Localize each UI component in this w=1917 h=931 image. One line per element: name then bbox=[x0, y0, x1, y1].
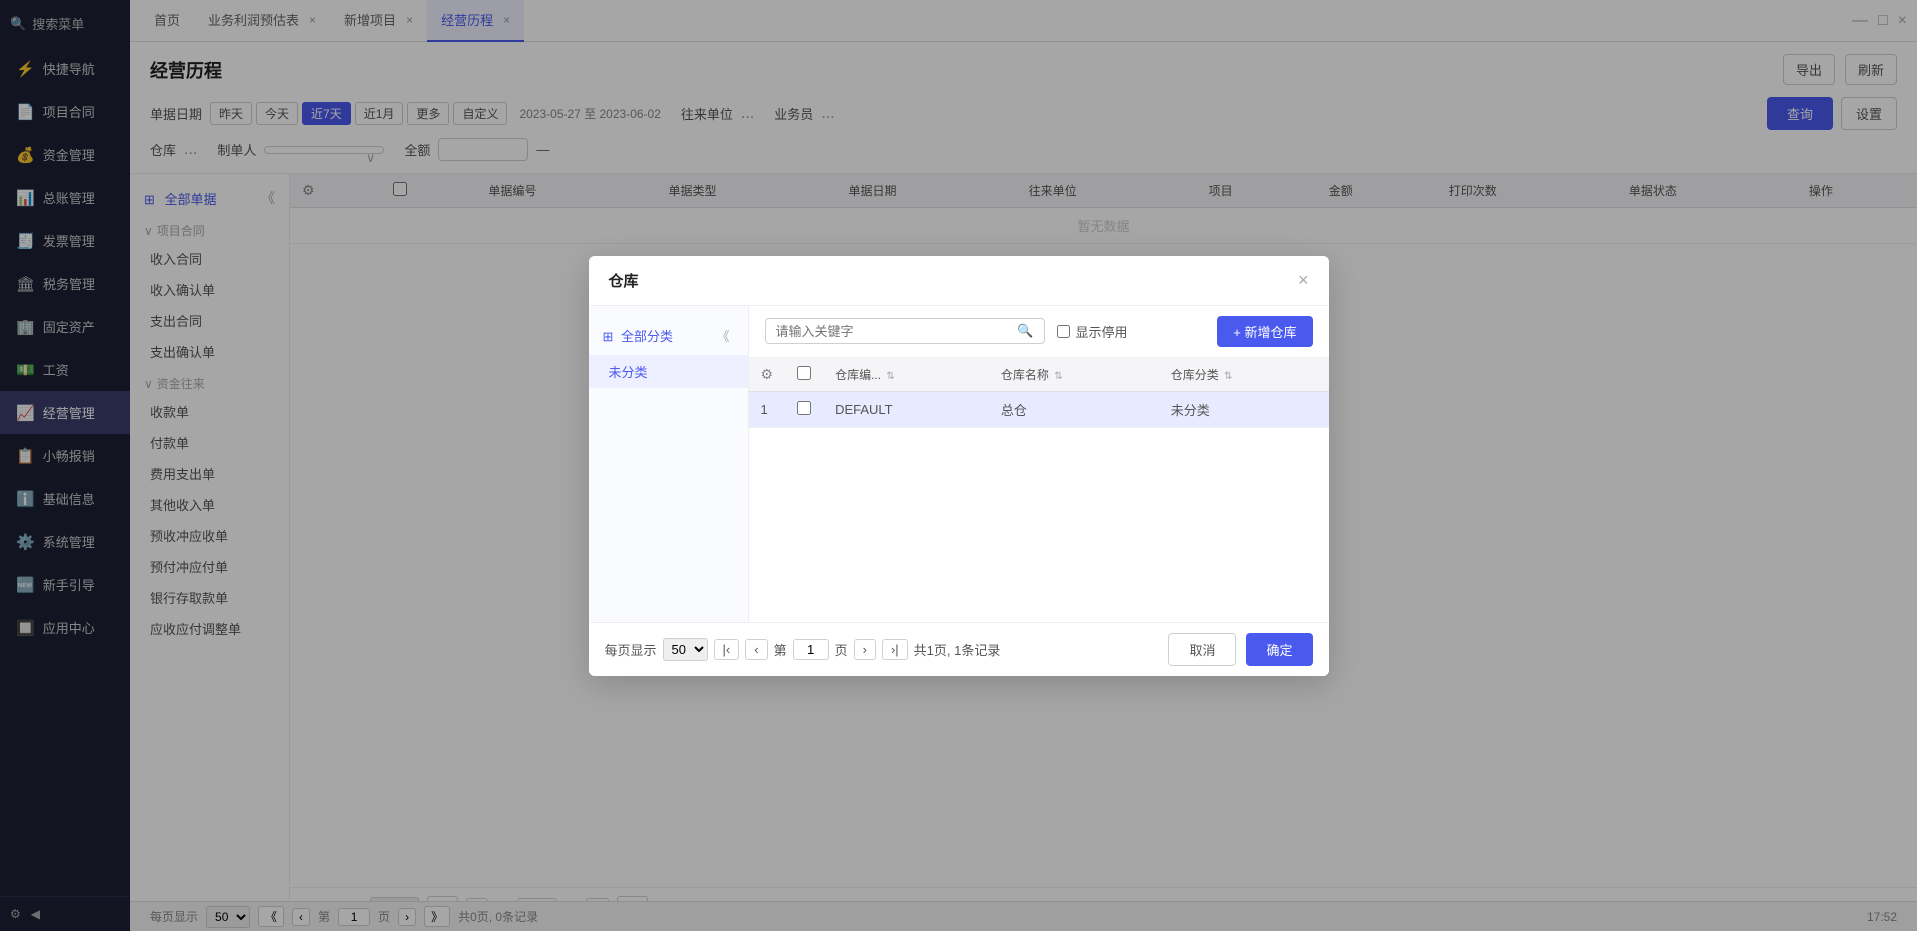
modal-th-name: 仓库名称 ⇅ bbox=[989, 358, 1159, 392]
modal-gear-icon: ⚙ bbox=[761, 366, 774, 383]
modal-footer: 每页显示 50 |‹ ‹ 第 页 › ›| 共1页, 1条记录 取消 确定 bbox=[589, 622, 1329, 676]
modal-pagination: 每页显示 50 |‹ ‹ 第 页 › ›| 共1页, 1条记录 bbox=[605, 638, 1001, 661]
row-gear-cell: 1 bbox=[749, 391, 786, 427]
modal-th-checkbox[interactable] bbox=[785, 358, 823, 392]
modal-search-input[interactable] bbox=[776, 324, 1012, 339]
modal-search[interactable]: 🔍 bbox=[765, 318, 1045, 344]
modal-left-panel: ⊞ 全部分类 《 未分类 bbox=[589, 306, 749, 622]
modal-left-item-uncategorized[interactable]: 未分类 bbox=[589, 355, 748, 388]
modal-prev-page-btn[interactable]: ‹ bbox=[745, 639, 767, 660]
row-checkbox-cell[interactable] bbox=[785, 391, 823, 427]
modal-footer-actions: 取消 确定 bbox=[1168, 633, 1312, 666]
row-name-cell: 总仓 bbox=[989, 391, 1159, 427]
modal-th-code: 仓库编... ⇅ bbox=[823, 358, 989, 392]
modal-grid-icon: ⊞ bbox=[603, 329, 614, 344]
modal-page-label: 第 bbox=[774, 640, 787, 659]
modal-body: ⊞ 全部分类 《 未分类 🔍 bbox=[589, 306, 1329, 622]
row-checkbox[interactable] bbox=[797, 401, 811, 415]
modal-page-suffix: 页 bbox=[835, 640, 848, 659]
modal-left-collapse-btn[interactable]: 《 bbox=[712, 322, 733, 349]
modal-last-page-btn[interactable]: ›| bbox=[882, 639, 908, 660]
modal-table: ⚙ 仓库编... ⇅ 仓库名称 ⇅ bbox=[749, 358, 1329, 622]
modal-first-page-btn[interactable]: |‹ bbox=[714, 639, 740, 660]
modal-th-gear[interactable]: ⚙ bbox=[749, 358, 786, 392]
modal-toolbar: 🔍 显示停用 + 新增仓库 bbox=[749, 306, 1329, 358]
sort-icon-category: ⇅ bbox=[1224, 371, 1232, 382]
warehouse-modal: 仓库 × ⊞ 全部分类 《 未分类 bbox=[589, 256, 1329, 676]
modal-header: 仓库 × bbox=[589, 256, 1329, 306]
modal-right-panel: 🔍 显示停用 + 新增仓库 ⚙ bbox=[749, 306, 1329, 622]
modal-next-page-btn[interactable]: › bbox=[854, 639, 876, 660]
modal-th-category: 仓库分类 ⇅ bbox=[1159, 358, 1329, 392]
modal-overlay[interactable]: 仓库 × ⊞ 全部分类 《 未分类 bbox=[0, 0, 1917, 931]
modal-left-all-categories: ⊞ 全部分类 bbox=[603, 326, 674, 345]
row-category-cell: 未分类 bbox=[1159, 391, 1329, 427]
confirm-button[interactable]: 确定 bbox=[1246, 633, 1312, 666]
modal-page-input[interactable] bbox=[793, 639, 829, 660]
modal-left-header: ⊞ 全部分类 《 bbox=[589, 316, 748, 355]
add-warehouse-btn[interactable]: + 新增仓库 bbox=[1217, 316, 1312, 347]
show-disabled-label[interactable]: 显示停用 bbox=[1057, 322, 1128, 341]
sort-icon-name: ⇅ bbox=[1054, 371, 1062, 382]
row-code-cell: DEFAULT bbox=[823, 391, 989, 427]
modal-search-icon: 🔍 bbox=[1017, 323, 1033, 339]
warehouse-table: ⚙ 仓库编... ⇅ 仓库名称 ⇅ bbox=[749, 358, 1329, 428]
modal-select-all[interactable] bbox=[797, 366, 811, 380]
show-disabled-checkbox[interactable] bbox=[1057, 325, 1070, 338]
modal-title: 仓库 bbox=[609, 270, 639, 291]
modal-per-page-label: 每页显示 bbox=[605, 640, 657, 659]
modal-per-page-select[interactable]: 50 bbox=[663, 638, 708, 661]
sort-icon-code: ⇅ bbox=[886, 371, 894, 382]
cancel-button[interactable]: 取消 bbox=[1168, 633, 1236, 666]
table-row[interactable]: 1 DEFAULT 总仓 未分类 bbox=[749, 391, 1329, 427]
modal-close-btn[interactable]: × bbox=[1298, 270, 1309, 291]
modal-total-text: 共1页, 1条记录 bbox=[914, 640, 1001, 659]
